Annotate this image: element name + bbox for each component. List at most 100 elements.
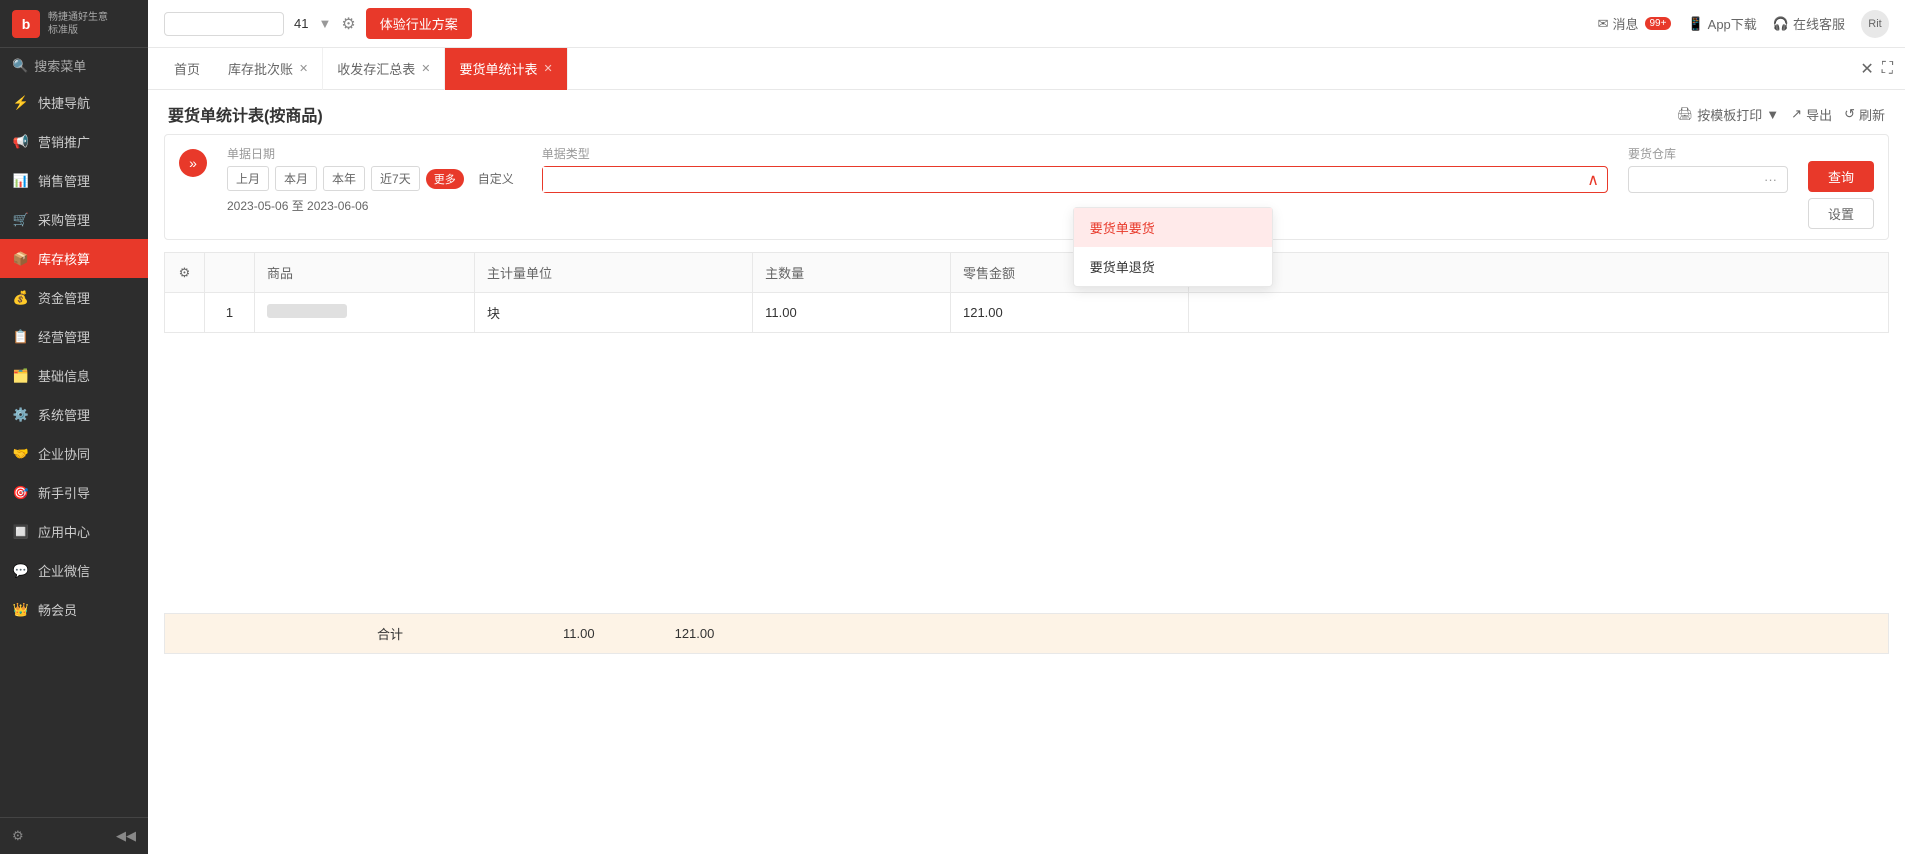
filter-type-label: 单据类型 (542, 145, 1608, 162)
collapse-sidebar-icon[interactable]: ◀◀ (116, 828, 136, 844)
tab-inventory-batch[interactable]: 库存批次账 ✕ (214, 48, 323, 90)
query-button[interactable]: 查询 (1808, 161, 1874, 192)
filter-date-range: 2023-05-06 至 2023-06-06 (227, 197, 522, 214)
page-actions: 🖨 按模板打印 ▼ ↗ 导出 ↺ 刷新 (1677, 105, 1885, 124)
filter-type-input[interactable] (543, 167, 1580, 192)
filter-btn-this-year[interactable]: 本年 (323, 166, 365, 191)
sidebar-footer: ⚙ ◀◀ (0, 817, 148, 854)
wechat-icon: 💬 (12, 562, 30, 580)
filter-date-row: 上月 本月 本年 近7天 更多 自定义 (227, 166, 522, 191)
th-settings[interactable]: ⚙ (165, 253, 205, 293)
sidebar-item-base[interactable]: 🗂️ 基础信息 (0, 356, 148, 395)
data-table: ⚙ 商品 主计量单位 主数量 零售金额 1 (164, 252, 1889, 333)
filter-type-input-row: ∧ 要货单要货 要货单退货 (542, 166, 1608, 193)
topbar-settings-icon[interactable]: ⚙ (341, 14, 355, 34)
filter-btn-this-month[interactable]: 本月 (275, 166, 317, 191)
dropdown-item-yaohuodanyaohuo[interactable]: 要货单要货 (1074, 208, 1272, 247)
dropdown-item-yaohuodantuihuo[interactable]: 要货单退货 (1074, 247, 1272, 286)
empty-space (148, 333, 1905, 613)
messages-action[interactable]: ✉ 消息 99+ (1598, 14, 1672, 33)
print-icon: 🖨 (1677, 106, 1694, 122)
table-header-row: ⚙ 商品 主计量单位 主数量 零售金额 (165, 253, 1889, 293)
export-action[interactable]: ↗ 导出 (1791, 105, 1832, 124)
sidebar-item-purchase[interactable]: 🛒 采购管理 (0, 200, 148, 239)
filter-date-group: 单据日期 上月 本月 本年 近7天 更多 自定义 2023-05-06 至 20… (227, 145, 522, 214)
sidebar-item-wechat[interactable]: 💬 企业微信 (0, 551, 148, 590)
table-settings-icon[interactable]: ⚙ (179, 265, 191, 280)
purchase-icon: 🛒 (12, 211, 30, 229)
user-avatar[interactable]: Rit (1861, 10, 1889, 38)
sidebar-item-operation[interactable]: 📋 经营管理 (0, 317, 148, 356)
topbar-right: ✉ 消息 99+ 📱 App下载 🎧 在线客服 Rit (1598, 10, 1889, 38)
search-menu[interactable]: 🔍 搜索菜单 (0, 48, 148, 83)
tab-home[interactable]: 首页 (160, 48, 214, 90)
filter-expand-btn[interactable]: » (179, 149, 207, 177)
sidebar-item-marketing[interactable]: 📢 营销推广 (0, 122, 148, 161)
th-extra (1189, 253, 1889, 293)
topbar-left: 41 ▼ ⚙ 体验行业方案 (164, 8, 1586, 39)
finance-icon: 💰 (12, 289, 30, 307)
th-product: 商品 (255, 253, 475, 293)
message-icon: ✉ (1598, 16, 1609, 32)
service-icon: 🎧 (1773, 16, 1789, 32)
sidebar-item-finance[interactable]: 💰 资金管理 (0, 278, 148, 317)
guide-icon: 🎯 (12, 484, 30, 502)
tab-fullscreen-icon[interactable]: ⛶ (1882, 60, 1893, 78)
filter-warehouse-group: 要货仓库 ··· (1628, 145, 1788, 193)
app-center-icon: 🔲 (12, 523, 30, 541)
system-icon: ⚙️ (12, 406, 30, 424)
table-wrapper: ⚙ 商品 主计量单位 主数量 零售金额 1 (148, 252, 1905, 333)
filter-date-label: 单据日期 (227, 145, 522, 162)
sidebar-item-guide[interactable]: 🎯 新手引导 (0, 473, 148, 512)
sidebar-item-sales[interactable]: 📊 销售管理 (0, 161, 148, 200)
cell-product (255, 293, 475, 333)
page-inner: 要货单统计表(按商品) 🖨 按模板打印 ▼ ↗ 导出 ↺ 刷新 (148, 90, 1905, 854)
sidebar-item-inventory[interactable]: 📦 库存核算 (0, 239, 148, 278)
sidebar: b 畅捷通好生意 标准版 🔍 搜索菜单 ⚡ 快捷导航 📢 营销推广 📊 销售管理… (0, 0, 148, 854)
download-icon: 📱 (1687, 16, 1703, 32)
th-index (205, 253, 255, 293)
sidebar-item-quick-nav[interactable]: ⚡ 快捷导航 (0, 83, 148, 122)
settings-button[interactable]: 设置 (1808, 198, 1874, 229)
type-dropdown: 要货单要货 要货单退货 (1073, 207, 1273, 287)
filter-btn-more[interactable]: 更多 (426, 169, 464, 189)
sidebar-item-member[interactable]: 👑 畅会员 (0, 590, 148, 629)
print-action[interactable]: 🖨 按模板打印 ▼ (1677, 105, 1779, 124)
industry-btn[interactable]: 体验行业方案 (366, 8, 472, 39)
table-footer: 合计 11.00 121.00 (164, 613, 1889, 654)
filter-type-clear-icon[interactable]: ∧ (1579, 170, 1607, 190)
inventory-icon: 📦 (12, 250, 30, 268)
table-row: 1 块 11.00 121.00 (165, 293, 1889, 333)
topbar: 41 ▼ ⚙ 体验行业方案 ✉ 消息 99+ 📱 App下载 🎧 在线客服 Ri… (148, 0, 1905, 48)
tab-close-icon[interactable]: ✕ (299, 62, 308, 75)
filter-type-group: 单据类型 ∧ 要货单要货 要货单退货 (542, 145, 1608, 193)
tab-close-icon-3[interactable]: ✕ (544, 62, 553, 75)
filter-btn-last-month[interactable]: 上月 (227, 166, 269, 191)
sidebar-item-system[interactable]: ⚙️ 系统管理 (0, 395, 148, 434)
topbar-dropdown-icon[interactable]: ▼ (318, 16, 331, 31)
tab-collect-summary[interactable]: 收发存汇总表 ✕ (323, 48, 445, 90)
filter-warehouse-more-icon[interactable]: ··· (1764, 172, 1777, 187)
refresh-action[interactable]: ↺ 刷新 (1844, 105, 1885, 124)
cell-unit: 块 (475, 293, 753, 333)
filter-btn-7days[interactable]: 近7天 (371, 166, 420, 191)
sidebar-item-enterprise[interactable]: 🤝 企业协同 (0, 434, 148, 473)
tab-expand-icon[interactable]: ✕ (1860, 59, 1873, 79)
tab-close-icon-2[interactable]: ✕ (421, 62, 430, 75)
enterprise-icon: 🤝 (12, 445, 30, 463)
print-dropdown-icon[interactable]: ▼ (1766, 107, 1779, 122)
th-unit: 主计量单位 (475, 253, 753, 293)
online-service-action[interactable]: 🎧 在线客服 (1773, 14, 1845, 33)
app-title: 畅捷通好生意 标准版 (48, 11, 108, 37)
breadcrumb-input[interactable] (164, 12, 284, 36)
tab-order-stats[interactable]: 要货单统计表 ✕ (445, 48, 567, 90)
operation-icon: 📋 (12, 328, 30, 346)
settings-footer-icon[interactable]: ⚙ (12, 828, 24, 844)
filter-btn-custom[interactable]: 自定义 (470, 167, 522, 190)
sidebar-item-app-center[interactable]: 🔲 应用中心 (0, 512, 148, 551)
filter-warehouse-input[interactable]: ··· (1628, 166, 1788, 193)
app-download-action[interactable]: 📱 App下载 (1687, 14, 1756, 33)
sidebar-nav: ⚡ 快捷导航 📢 营销推广 📊 销售管理 🛒 采购管理 📦 库存核算 💰 资金管… (0, 83, 148, 817)
page-content: 要货单统计表(按商品) 🖨 按模板打印 ▼ ↗ 导出 ↺ 刷新 (148, 90, 1905, 854)
messages-badge: 99+ (1645, 17, 1672, 30)
